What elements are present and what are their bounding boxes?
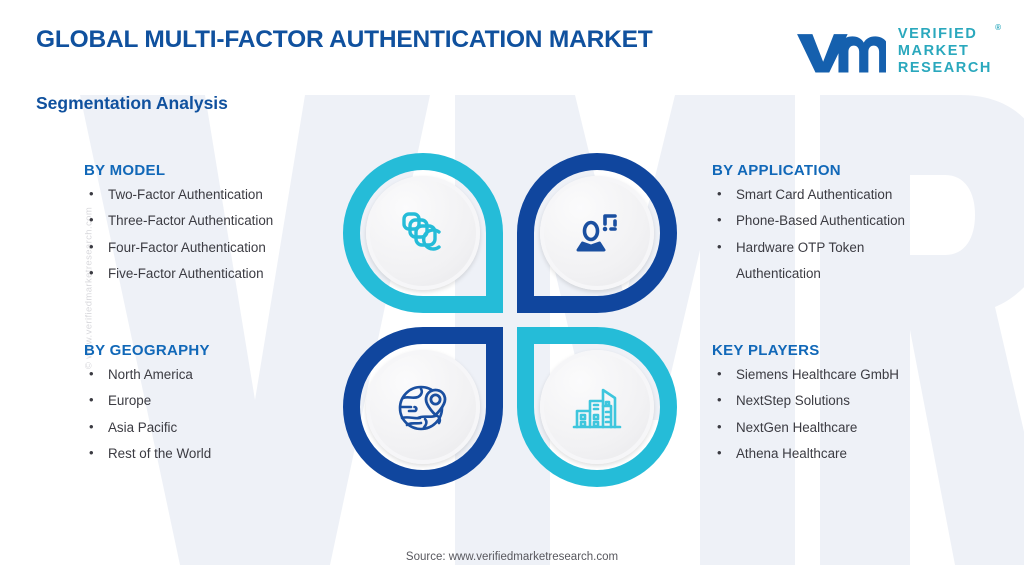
segment-item-list: Two-Factor Authentication Three-Factor A… [84,187,384,281]
list-item: Siemens Healthcare GmbH [712,367,1012,381]
pinwheel-disc-geography[interactable] [366,350,480,464]
segment-by-model: BY MODEL Two-Factor Authentication Three… [84,162,384,294]
list-item: North America [84,367,384,381]
pinwheel-disc-application[interactable] [540,176,654,290]
list-item: Four-Factor Authentication [84,240,384,254]
segment-heading: BY MODEL [84,162,166,179]
pinwheel-icon-cluster [340,150,680,490]
segment-heading: BY GEOGRAPHY [84,342,210,359]
vmr-wordmark-icon [796,34,886,73]
segment-item-list: North America Europe Asia Pacific Rest o… [84,367,384,461]
segment-item-list: Siemens Healthcare GmbH NextStep Solutio… [712,367,1012,461]
list-item-continuation: Authentication [736,266,821,282]
logo-text-block: VERIFIED MARKET RESEARCH ® [897,23,1001,76]
segment-heading: BY APPLICATION [712,162,841,179]
globe-pin-icon [398,385,447,431]
segment-heading: KEY PLAYERS [712,342,820,359]
logo-line-market: MARKET [897,42,970,59]
list-item: Rest of the World [84,446,384,460]
pinwheel-disc-players[interactable] [540,350,654,464]
list-item: Asia Pacific [84,420,384,434]
verified-market-research-logo[interactable]: VERIFIED MARKET RESEARCH ® [794,23,1001,76]
logo-line-research: RESEARCH [897,59,992,76]
pinwheel-disc-model[interactable] [366,176,480,290]
segment-key-players: KEY PLAYERS Siemens Healthcare GmbH Next… [712,342,1012,474]
list-item: NextGen Healthcare [712,420,1012,434]
list-item: Athena Healthcare [712,446,1012,460]
page-title: GLOBAL MULTI-FACTOR AUTHENTICATION MARKE… [36,26,653,53]
list-item: Smart Card Authentication [712,187,1012,201]
segment-item-list: Smart Card Authentication Phone-Based Au… [712,187,1012,282]
segment-by-geography: BY GEOGRAPHY North America Europe Asia P… [84,342,384,474]
list-item: Three-Factor Authentication [84,213,384,227]
list-item: Europe [84,393,384,407]
page-subtitle: Segmentation Analysis [36,93,228,113]
list-item: Five-Factor Authentication [84,266,384,280]
list-item: Phone-Based Authentication [712,213,1012,227]
user-id-scan-icon [576,214,617,252]
list-item: Two-Factor Authentication [84,187,384,201]
logo-line-verified: VERIFIED [897,26,978,42]
list-item: Hardware OTP TokenAuthentication [712,240,1012,282]
source-caption: Source: www.verifiedmarketresearch.com [405,551,619,563]
infographic-slide: © www.verifiedmarketresearch.com GLOBAL … [0,0,1024,576]
list-item: NextStep Solutions [712,393,1012,407]
segment-by-application: BY APPLICATION Smart Card Authentication… [712,162,1012,294]
city-buildings-icon [572,388,622,429]
stacked-cards-icon [402,212,441,251]
registered-trademark-icon: ® [995,23,1001,32]
